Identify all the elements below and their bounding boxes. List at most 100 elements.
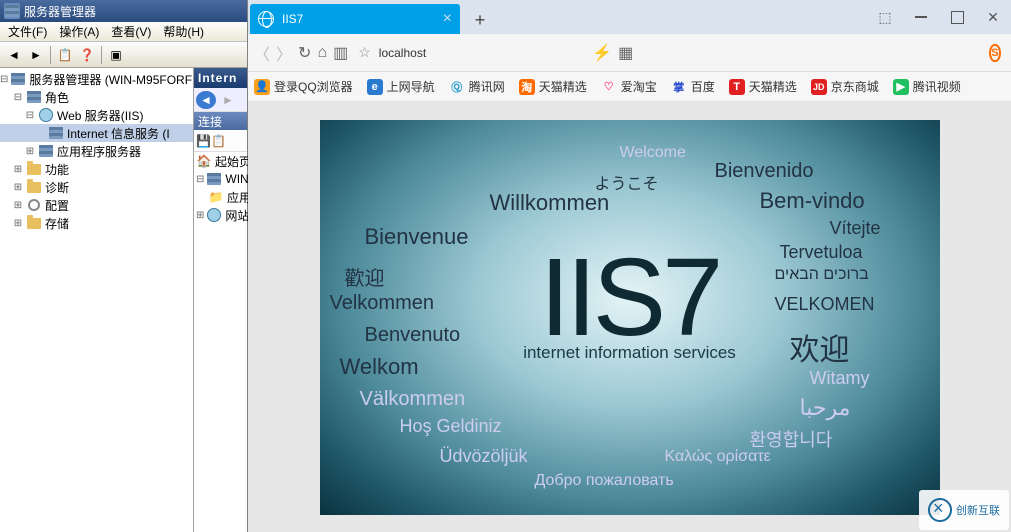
welcome-word: Benvenuto	[365, 324, 461, 347]
qr-icon[interactable]: ▦	[618, 39, 633, 67]
tmall2-icon: T	[729, 79, 745, 95]
sm-tree[interactable]: ⊟服务器管理器 (WIN-M95FORF1J9 ⊟角色 ⊟Web 服务器(IIS…	[0, 68, 194, 532]
tree-root[interactable]: ⊟服务器管理器 (WIN-M95FORF1J9	[0, 70, 193, 88]
tool-sep2	[101, 46, 102, 64]
menu-file[interactable]: 文件(F)	[2, 23, 53, 40]
expand-icon[interactable]: ⊞	[12, 199, 24, 211]
tree-features[interactable]: ⊞功能	[0, 160, 193, 178]
browser-tab[interactable]: IIS7 ×	[250, 4, 460, 34]
bookmark-aitaobao[interactable]: ♡爱淘宝	[601, 78, 657, 95]
expand-icon[interactable]: ⊞	[24, 145, 36, 157]
url-box[interactable]: ☆ localhost	[358, 44, 426, 61]
sm-right-panel: Intern ◄ ► 连接 💾 📋 🏠起始页 ⊟WIN-M9 📁应用 ⊞网站	[194, 68, 247, 532]
server-manager-window: 服务器管理器 文件(F) 操作(A) 查看(V) 帮助(H) ◄ ► 📋 ❓ ▣…	[0, 0, 248, 532]
bookmark-qq[interactable]: 👤登录QQ浏览器	[254, 78, 353, 95]
url-text: localhost	[379, 46, 426, 60]
sm-title-text: 服务器管理器	[24, 3, 96, 20]
welcome-word: Bienvenido	[715, 160, 814, 183]
expand-icon[interactable]: ⊟	[196, 173, 204, 185]
bookmark-bar: 👤登录QQ浏览器 e上网导航 Ⓠ腾讯网 淘天猫精选 ♡爱淘宝 掌百度 T天猫精选…	[248, 72, 1011, 102]
new-tab-button[interactable]: +	[466, 6, 494, 34]
play-icon: ▶	[893, 79, 909, 95]
expand-icon[interactable]: ⊞	[12, 181, 24, 193]
expand-icon[interactable]: ⊟	[24, 109, 36, 121]
iis-logo: IIS7 internet information services	[523, 248, 736, 363]
tool-up[interactable]: 📋	[55, 45, 75, 65]
nav-back[interactable]: 〈	[254, 39, 270, 67]
tool-back[interactable]: ◄	[4, 45, 24, 65]
welcome-word: 欢迎	[790, 325, 850, 369]
welcome-word: Welkom	[340, 354, 419, 380]
sm-toolbar: ◄ ► 📋 ❓ ▣	[0, 42, 247, 68]
expand-icon[interactable]: ⊟	[12, 91, 24, 103]
config-icon	[26, 197, 42, 213]
conn-host[interactable]: ⊟WIN-M9	[194, 170, 247, 188]
back-icon[interactable]: ◄	[196, 91, 216, 109]
bookmark-jd[interactable]: JD京东商城	[811, 78, 879, 95]
bookmark-tmall2[interactable]: T天猫精选	[729, 78, 797, 95]
tool-stop[interactable]: ▣	[106, 45, 126, 65]
conn-apppool[interactable]: 📁应用	[194, 188, 247, 206]
tree-iis[interactable]: Internet 信息服务 (I	[0, 124, 193, 142]
star-icon[interactable]: ☆	[358, 44, 371, 61]
tree-config[interactable]: ⊞配置	[0, 196, 193, 214]
sogou-icon[interactable]: S	[989, 44, 1000, 62]
flash-icon[interactable]: ⚡	[592, 39, 612, 67]
bookmark-nav[interactable]: e上网导航	[367, 78, 435, 95]
home-icon: 🏠	[196, 153, 212, 169]
welcome-word: Üdvözöljük	[440, 446, 528, 467]
nav-reader[interactable]: ▥	[333, 39, 348, 67]
jd-icon: JD	[811, 79, 827, 95]
tree-storage[interactable]: ⊞存储	[0, 214, 193, 232]
pool-icon: 📁	[208, 189, 224, 205]
welcome-word: Welcome	[620, 144, 686, 162]
expand-icon[interactable]: ⊟	[0, 73, 8, 85]
welcome-word: Vítejte	[830, 218, 881, 239]
welcome-word: Velkommen	[330, 292, 435, 315]
expand-icon[interactable]: ⊞	[12, 217, 24, 229]
right-head: Intern	[194, 68, 247, 88]
bookmark-video[interactable]: ▶腾讯视频	[893, 78, 961, 95]
fwd-icon[interactable]: ►	[218, 91, 238, 109]
nav-forward[interactable]: 〉	[276, 39, 292, 67]
bookmark-tencent[interactable]: Ⓠ腾讯网	[449, 78, 505, 95]
maximize-button[interactable]	[939, 3, 975, 31]
menu-help[interactable]: 帮助(H)	[157, 23, 210, 40]
watermark: 创新互联	[919, 490, 1009, 530]
expand-icon[interactable]: ⊞	[12, 163, 24, 175]
tree-web[interactable]: ⊟Web 服务器(IIS)	[0, 106, 193, 124]
nav-reload[interactable]: ↻	[298, 39, 311, 67]
menu-view[interactable]: 查看(V)	[105, 23, 157, 40]
welcome-word: Willkommen	[490, 190, 610, 216]
browser-window: IIS7 × + ⬚ 〈 〉 ↻ ⌂ ▥ ☆ localhost ⚡ ▦ S 在…	[248, 0, 1011, 532]
watermark-text: 创新互联	[956, 502, 1000, 518]
tree-roles[interactable]: ⊟角色	[0, 88, 193, 106]
bookmark-tmall[interactable]: 淘天猫精选	[519, 78, 587, 95]
minimize-button[interactable]	[903, 3, 939, 31]
welcome-word: Tervetuloa	[780, 242, 863, 263]
sm-titlebar[interactable]: 服务器管理器	[0, 0, 247, 22]
info-icon[interactable]: 📋	[211, 134, 226, 148]
connect-head: 连接	[194, 112, 247, 130]
close-button[interactable]	[975, 3, 1011, 31]
ie-icon: e	[367, 79, 383, 95]
person-icon: 👤	[254, 79, 270, 95]
tool-fwd[interactable]: ►	[26, 45, 46, 65]
skin-icon[interactable]: ⬚	[867, 3, 903, 31]
tree-app[interactable]: ⊞应用程序服务器	[0, 142, 193, 160]
bookmark-baidu[interactable]: 掌百度	[671, 78, 715, 95]
nav-home[interactable]: ⌂	[317, 39, 327, 67]
tab-close-icon[interactable]: ×	[443, 10, 452, 28]
conn-start[interactable]: 🏠起始页	[194, 152, 247, 170]
expand-icon[interactable]: ⊞	[196, 209, 204, 221]
address-bar: 〈 〉 ↻ ⌂ ▥ ☆ localhost ⚡ ▦ S 在此搜索 🔍 ↺ + ≡	[248, 34, 1011, 72]
conn-sites[interactable]: ⊞网站	[194, 206, 247, 224]
save-icon[interactable]: 💾	[196, 134, 211, 148]
browser-viewport[interactable]: IIS7 internet information services Welco…	[248, 102, 1011, 532]
tool-refresh[interactable]: ❓	[77, 45, 97, 65]
tab-title: IIS7	[282, 12, 303, 26]
tree-diag[interactable]: ⊞诊断	[0, 178, 193, 196]
welcome-word: ברוכים הבאים	[775, 266, 869, 284]
menu-action[interactable]: 操作(A)	[53, 23, 105, 40]
tencent-icon: Ⓠ	[449, 79, 465, 95]
